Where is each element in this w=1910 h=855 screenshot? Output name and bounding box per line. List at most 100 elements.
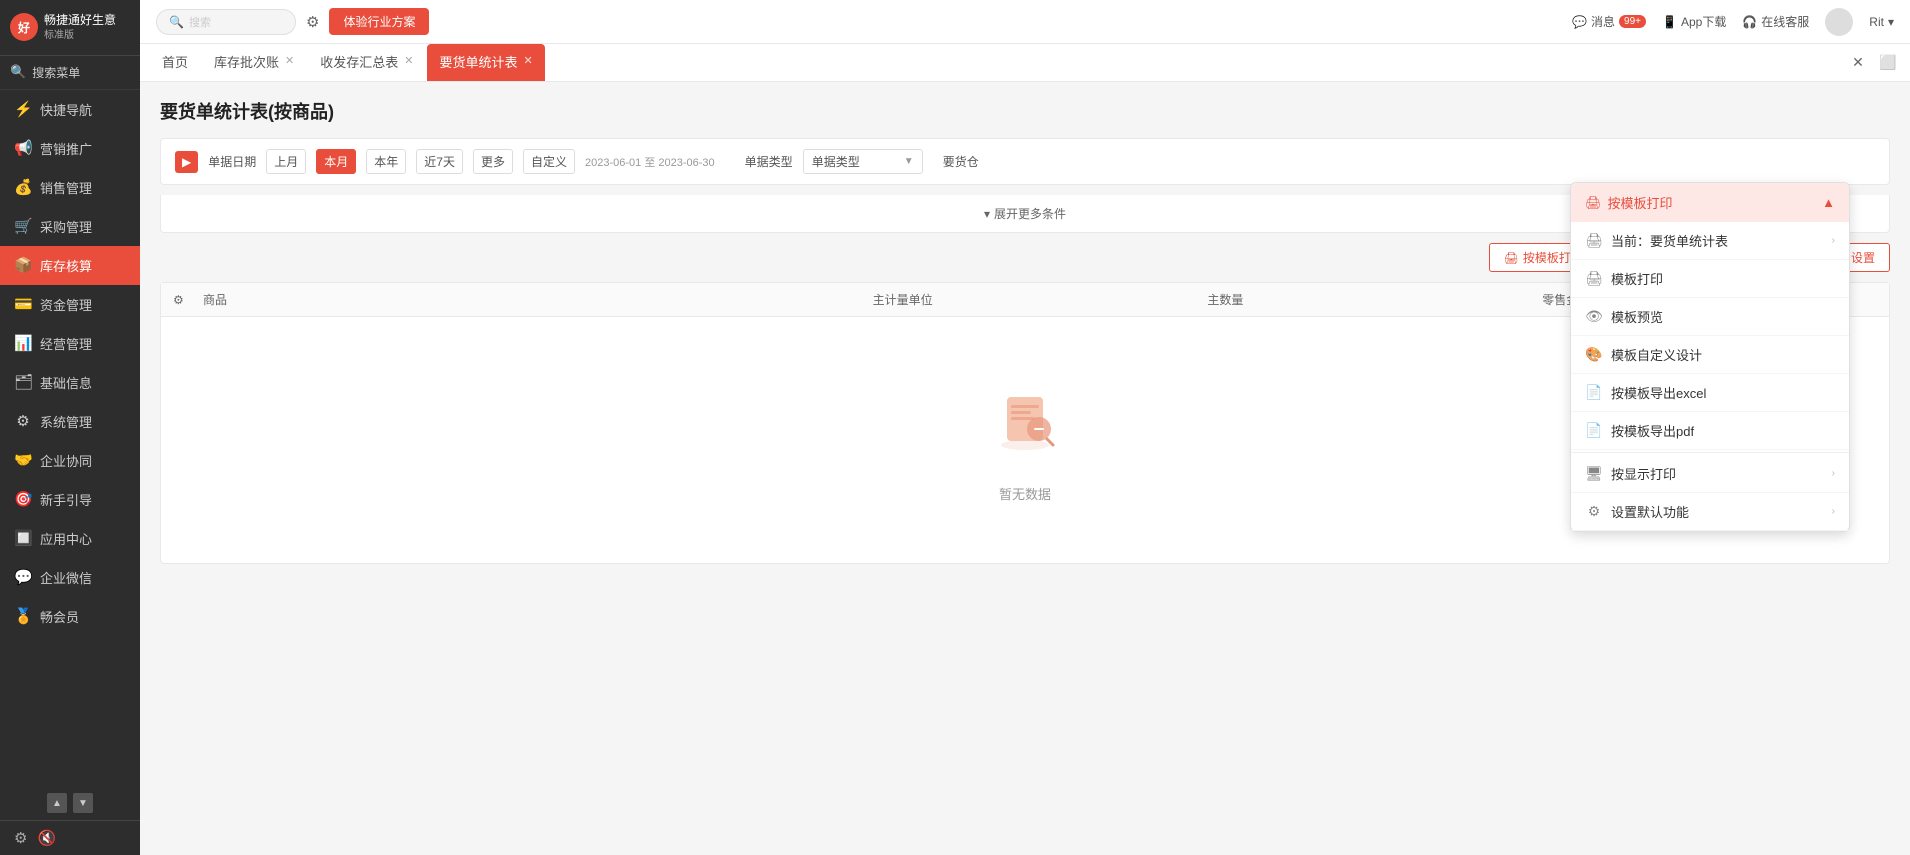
sidebar-item-quick-nav[interactable]: ⚡ 快捷导航 — [0, 90, 140, 129]
sidebar-bottom: ⚙ 🔇 — [0, 820, 140, 855]
print-dropdown-header-left: 🖨 按模板打印 — [1585, 193, 1673, 212]
filter-bar: ▶ 单据日期 上月 本月 本年 近7天 更多 自定义 2023-06-01 至 … — [160, 138, 1890, 185]
template-print-item[interactable]: 🖨 模板打印 — [1571, 260, 1849, 298]
order-label: 要货仓 — [943, 153, 979, 170]
sidebar-scroll-up[interactable]: ▲ — [47, 793, 67, 813]
sidebar: 好 畅捷通好生意 标准版 🔍 搜索菜单 ⚡ 快捷导航 📢 营销推广 💰 销售管理… — [0, 0, 140, 855]
tab-batch-account[interactable]: 库存批次账 ✕ — [202, 44, 306, 81]
notification-badge: 99+ — [1619, 15, 1646, 28]
tab-close-order-summary[interactable]: ✕ — [524, 56, 533, 67]
print-dropdown-header: 🖨 按模板打印 ▲ — [1571, 183, 1849, 222]
sidebar-scroll-down[interactable]: ▼ — [73, 793, 93, 813]
notification-icon: 💬 — [1572, 15, 1587, 29]
set-default-left: ⚙ 设置默认功能 — [1585, 502, 1689, 521]
template-pdf-item[interactable]: 📄 按模板导出pdf — [1571, 412, 1849, 450]
date-filter-label: 单据日期 — [208, 153, 256, 170]
template-design-item[interactable]: 🎨 模板自定义设计 — [1571, 336, 1849, 374]
sidebar-item-finance[interactable]: 💳 资金管理 — [0, 285, 140, 324]
tab-close-all-button[interactable]: ✕ — [1846, 51, 1870, 75]
marketing-icon: 📢 — [14, 139, 32, 157]
user-avatar[interactable] — [1825, 8, 1853, 36]
sidebar-item-purchase[interactable]: 🛒 采购管理 — [0, 207, 140, 246]
sidebar-item-app-center[interactable]: 🔲 应用中心 — [0, 519, 140, 558]
sidebar-item-system[interactable]: ⚙ 系统管理 — [0, 402, 140, 441]
tab-close-batch-account[interactable]: ✕ — [285, 56, 294, 67]
sidebar-item-sales[interactable]: 💰 销售管理 — [0, 168, 140, 207]
app-name: 畅捷通好生意 标准版 — [44, 12, 116, 43]
sidebar-item-guide[interactable]: 🎯 新手引导 — [0, 480, 140, 519]
template-excel-item[interactable]: 📄 按模板导出excel — [1571, 374, 1849, 412]
template-excel-icon: 📄 — [1585, 384, 1603, 401]
sidebar-item-inventory[interactable]: 📦 库存核算 — [0, 246, 140, 285]
display-print-left: 🖥 按显示打印 — [1585, 464, 1676, 483]
app-logo-icon: 好 — [10, 13, 38, 41]
tab-receipt-summary[interactable]: 收发存汇总表 ✕ — [308, 44, 425, 81]
app-download-item[interactable]: 📱 App下载 — [1662, 13, 1726, 30]
sidebar-search[interactable]: 🔍 搜索菜单 — [0, 56, 140, 90]
page-title: 要货单统计表(按商品) — [160, 98, 1890, 124]
topbar-search-icon: 🔍 — [169, 15, 184, 29]
sidebar-item-wecom[interactable]: 💬 企业微信 — [0, 558, 140, 597]
quick-nav-icon: ⚡ — [14, 100, 32, 118]
sidebar-item-member[interactable]: 🏅 畅会员 — [0, 597, 140, 636]
current-template-left: 🖨 当前：要货单统计表 — [1585, 231, 1728, 250]
current-template-item[interactable]: 🖨 当前：要货单统计表 › — [1571, 222, 1849, 260]
type-dropdown-icon: ▼ — [904, 156, 914, 167]
topbar-gear[interactable]: ⚙ — [306, 13, 319, 31]
printer-icon: 🖨 — [1504, 251, 1519, 265]
empty-illustration — [985, 377, 1065, 472]
mute-icon[interactable]: 🔇 — [37, 829, 56, 847]
set-default-icon: ⚙ — [1585, 503, 1603, 520]
member-icon: 🏅 — [14, 607, 32, 625]
date-btn-custom[interactable]: 自定义 — [523, 149, 575, 174]
empty-text: 暂无数据 — [999, 484, 1051, 503]
filter-expand-button[interactable]: ▶ — [175, 151, 198, 173]
tabs-right-controls: ✕ ⬜ — [1846, 51, 1900, 75]
tab-maximize-button[interactable]: ⬜ — [1876, 51, 1900, 75]
template-preview-item[interactable]: 👁 模板预览 — [1571, 298, 1849, 336]
tabs-bar: 首页 库存批次账 ✕ 收发存汇总表 ✕ 要货单统计表 ✕ ✕ ⬜ — [140, 44, 1910, 82]
sidebar-nav: ⚡ 快捷导航 📢 营销推广 💰 销售管理 🛒 采购管理 📦 库存核算 💳 资金管… — [0, 90, 140, 786]
tab-close-receipt-summary[interactable]: ✕ — [404, 56, 413, 67]
current-template-icon: 🖨 — [1585, 232, 1603, 249]
topbar-search[interactable]: 🔍 搜索 — [156, 9, 296, 35]
settings-bottom-icon[interactable]: ⚙ — [14, 829, 27, 847]
finance-icon: 💳 — [14, 295, 32, 313]
sidebar-item-collab[interactable]: 🤝 企业协同 — [0, 441, 140, 480]
set-default-chevron: › — [1832, 506, 1835, 517]
date-btn-this-month[interactable]: 本月 — [316, 149, 356, 174]
date-btn-this-year[interactable]: 本年 — [366, 149, 406, 174]
type-filter-select[interactable]: 单据类型 ▼ — [803, 149, 923, 174]
print-collapse-icon[interactable]: ▲ — [1822, 195, 1835, 210]
sidebar-logo: 好 畅捷通好生意 标准版 — [0, 0, 140, 56]
guide-icon: 🎯 — [14, 490, 32, 508]
collab-icon: 🤝 — [14, 451, 32, 469]
online-service-item[interactable]: 🎧 在线客服 — [1742, 13, 1809, 30]
tab-order-summary[interactable]: 要货单统计表 ✕ — [427, 44, 544, 81]
display-print-chevron: › — [1832, 468, 1835, 479]
print-dropdown: 🖨 按模板打印 ▲ 🖨 当前：要货单统计表 › 🖨 模板打印 👁 模板预览 — [1570, 182, 1850, 532]
industry-plan-button[interactable]: 体验行业方案 — [329, 8, 429, 35]
sidebar-item-marketing[interactable]: 📢 营销推广 — [0, 129, 140, 168]
tab-home[interactable]: 首页 — [150, 44, 200, 81]
display-print-item[interactable]: 🖥 按显示打印 › — [1571, 455, 1849, 493]
print-divider — [1571, 452, 1849, 453]
phone-icon: 📱 — [1662, 15, 1677, 29]
expand-more-button[interactable]: ▾ 展开更多条件 — [974, 201, 1076, 226]
col-setting[interactable]: ⚙ — [173, 293, 203, 307]
print-header-icon: 🖨 — [1585, 195, 1602, 211]
operation-icon: 📊 — [14, 334, 32, 352]
date-btn-7-days[interactable]: 近7天 — [416, 149, 463, 174]
notification-item[interactable]: 💬 消息 99+ — [1572, 13, 1646, 30]
sidebar-item-basic[interactable]: 🗂 基础信息 — [0, 363, 140, 402]
main-area: 🔍 搜索 ⚙ 体验行业方案 💬 消息 99+ 📱 App下载 🎧 在线客服 Ri… — [140, 0, 1910, 855]
sales-icon: 💰 — [14, 178, 32, 196]
date-btn-more[interactable]: 更多 — [473, 149, 513, 174]
user-name[interactable]: Rit ▾ — [1869, 15, 1894, 29]
topbar-right: 💬 消息 99+ 📱 App下载 🎧 在线客服 Rit ▾ — [1572, 8, 1894, 36]
date-btn-last-month[interactable]: 上月 — [266, 149, 306, 174]
basic-icon: 🗂 — [14, 373, 32, 391]
set-default-item[interactable]: ⚙ 设置默认功能 › — [1571, 493, 1849, 531]
sidebar-item-operation[interactable]: 📊 经营管理 — [0, 324, 140, 363]
current-template-chevron: › — [1832, 235, 1835, 246]
